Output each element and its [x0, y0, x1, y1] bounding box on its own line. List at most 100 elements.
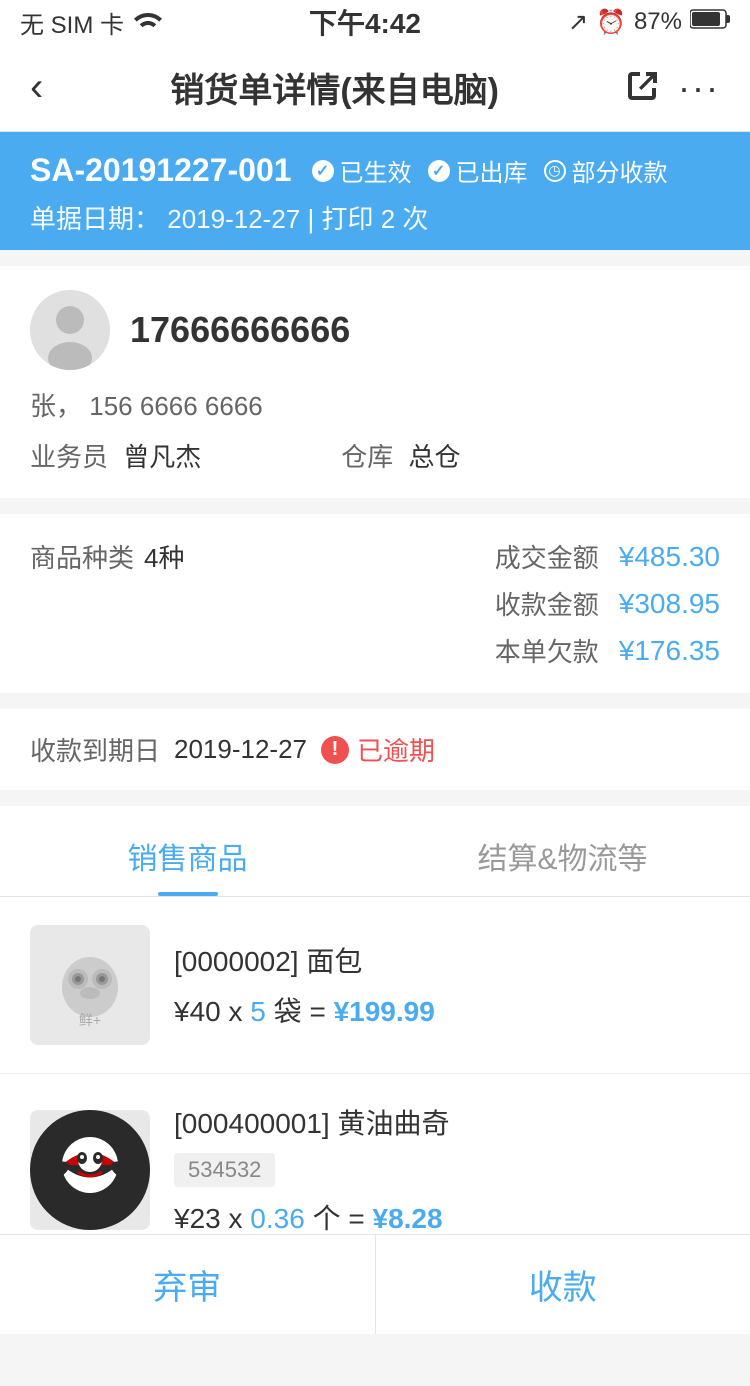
- overdue-text: 已逾期: [357, 731, 435, 768]
- collect-payment-label: 收款: [529, 1260, 597, 1309]
- overdue-badge: ! 已逾期: [321, 731, 435, 768]
- battery-icon: [690, 8, 730, 37]
- date-label: 单据日期：: [30, 204, 160, 234]
- location-icon: ↗: [568, 8, 588, 37]
- order-id: SA-20191227-001: [30, 152, 292, 189]
- customer-name-text: 张，: [30, 391, 82, 421]
- products-section: 鲜+ [0000002] 面包 ¥40 x 5 袋 = ¥199.99: [0, 897, 750, 1266]
- salesperson-value: 曾凡杰: [123, 442, 201, 472]
- tab-settlement[interactable]: 结算&物流等: [375, 806, 750, 896]
- back-button[interactable]: ‹: [30, 65, 43, 110]
- status-bar: 无 SIM 卡 下午4:42 ↗ ⏰ 87%: [0, 0, 750, 44]
- status-active-label: 已生效: [340, 153, 412, 188]
- owed-value: ¥176.35: [619, 635, 720, 667]
- product-title-bread: 面包: [306, 946, 362, 977]
- tabs-section: 销售商品 结算&物流等: [0, 806, 750, 897]
- status-bar-left: 无 SIM 卡: [20, 5, 162, 40]
- total-bread: ¥199.99: [334, 996, 435, 1027]
- summary-section: 商品种类 4种 成交金额 ¥485.30 收款金额 ¥308.95 本单欠款 ¥…: [0, 514, 750, 693]
- product-details-cookie: [000400001] 黄油曲奇 534532 ¥23 x 0.36 个 = ¥…: [174, 1102, 720, 1237]
- print-count-value: 2: [381, 204, 395, 234]
- tab-sales-goods[interactable]: 销售商品: [0, 806, 375, 896]
- product-price-bread: ¥40 x 5 袋 = ¥199.99: [174, 990, 720, 1030]
- share-icon[interactable]: [626, 68, 658, 108]
- status-badge-active: ✓ 已生效: [312, 153, 412, 188]
- unit-cookie: 个: [313, 1203, 341, 1234]
- tab-settlement-label: 结算&物流等: [477, 843, 647, 876]
- check-icon-shipped: ✓: [428, 160, 450, 182]
- received-value: ¥308.95: [619, 588, 720, 620]
- status-partial-label: 部分收款: [572, 153, 668, 188]
- salesperson-meta: 业务员 曾凡杰: [30, 437, 201, 474]
- alarm-icon: ⏰: [596, 8, 626, 37]
- product-sku-badge: 534532: [174, 1153, 275, 1187]
- received-amount-row: 收款金额 ¥308.95: [495, 585, 720, 622]
- price-cookie: ¥23: [174, 1203, 221, 1234]
- product-name-bread: [0000002] 面包: [174, 940, 720, 980]
- cancel-review-button[interactable]: 弃审: [0, 1235, 376, 1334]
- deal-amount-row: 成交金额 ¥485.30: [495, 538, 720, 575]
- print-unit: 次: [402, 204, 428, 234]
- wifi-icon: [134, 8, 162, 36]
- nav-left: ‹: [30, 65, 43, 110]
- nav-right[interactable]: ···: [626, 67, 720, 109]
- owed-amount-row: 本单欠款 ¥176.35: [495, 632, 720, 669]
- cookie-image-icon: [30, 1110, 150, 1230]
- product-title-cookie: 黄油曲奇: [338, 1108, 450, 1139]
- collect-payment-button[interactable]: 收款: [376, 1235, 750, 1334]
- warehouse-meta: 仓库 总仓: [341, 437, 460, 474]
- page-title: 销货单详情(来自电脑): [170, 63, 499, 112]
- due-date-label: 收款到期日: [30, 731, 160, 768]
- product-item: 鲜+ [0000002] 面包 ¥40 x 5 袋 = ¥199.99: [0, 897, 750, 1074]
- summary-left: 商品种类 4种: [30, 538, 184, 575]
- owed-label: 本单欠款: [495, 632, 599, 669]
- cancel-review-label: 弃审: [153, 1260, 221, 1309]
- customer-section: 17666666666 张， 156 6666 6666 业务员 曾凡杰 仓库 …: [0, 266, 750, 498]
- customer-name-phone: 张， 156 6666 6666: [30, 386, 720, 423]
- separator: |: [307, 204, 321, 234]
- salesperson-label: 业务员: [30, 442, 108, 472]
- check-icon-active: ✓: [312, 160, 334, 182]
- clock-icon: ◷: [544, 160, 566, 182]
- more-icon[interactable]: ···: [678, 67, 720, 109]
- customer-row: 17666666666: [30, 290, 720, 370]
- battery-text: 87%: [634, 8, 682, 36]
- status-bar-right: ↗ ⏰ 87%: [568, 8, 730, 37]
- status-shipped-label: 已出库: [456, 153, 528, 188]
- multiply-sign-bread: x: [229, 996, 251, 1027]
- product-code-bread: [0000002]: [174, 946, 299, 977]
- product-image-bread: 鲜+: [30, 925, 150, 1045]
- received-label: 收款金额: [495, 585, 599, 622]
- multiply-sign-cookie: x: [229, 1203, 251, 1234]
- banner-row2: 单据日期： 2019-12-27 | 打印 2 次: [30, 199, 720, 236]
- avatar: [30, 290, 110, 370]
- product-types-row: 商品种类 4种: [30, 538, 184, 575]
- product-details-bread: [0000002] 面包 ¥40 x 5 袋 = ¥199.99: [174, 940, 720, 1030]
- nav-bar: ‹ 销货单详情(来自电脑) ···: [0, 44, 750, 132]
- warehouse-label: 仓库: [341, 442, 393, 472]
- banner-row1: SA-20191227-001 ✓ 已生效 ✓ 已出库 ◷ 部分收款: [30, 152, 720, 189]
- warehouse-value: 总仓: [409, 442, 461, 472]
- product-types-value: 4种: [144, 538, 184, 575]
- print-label: 打印: [321, 204, 373, 234]
- bread-placeholder-icon: 鲜+: [40, 935, 140, 1035]
- tabs: 销售商品 结算&物流等: [0, 806, 750, 896]
- quantity-bread: 5: [250, 996, 266, 1027]
- equals-cookie: =: [348, 1203, 372, 1234]
- customer-user-id: 17666666666: [130, 309, 350, 351]
- price-bread: ¥40: [174, 996, 221, 1027]
- due-date-section: 收款到期日 2019-12-27 ! 已逾期: [0, 709, 750, 790]
- svg-text:鲜+: 鲜+: [79, 1012, 101, 1028]
- status-badges: ✓ 已生效 ✓ 已出库 ◷ 部分收款: [312, 153, 668, 188]
- product-types-label: 商品种类: [30, 538, 134, 575]
- header-banner: SA-20191227-001 ✓ 已生效 ✓ 已出库 ◷ 部分收款 单据日期：…: [0, 132, 750, 250]
- unit-bread: 袋: [274, 996, 302, 1027]
- customer-phone: 156 6666 6666: [89, 391, 263, 421]
- status-bar-time: 下午4:42: [309, 2, 421, 42]
- product-price-cookie: ¥23 x 0.36 个 = ¥8.28: [174, 1197, 720, 1237]
- status-badge-shipped: ✓ 已出库: [428, 153, 528, 188]
- carrier-text: 无 SIM 卡: [20, 5, 124, 40]
- deal-amount-label: 成交金额: [495, 538, 599, 575]
- total-cookie: ¥8.28: [373, 1203, 443, 1234]
- customer-meta: 业务员 曾凡杰 仓库 总仓: [30, 437, 720, 474]
